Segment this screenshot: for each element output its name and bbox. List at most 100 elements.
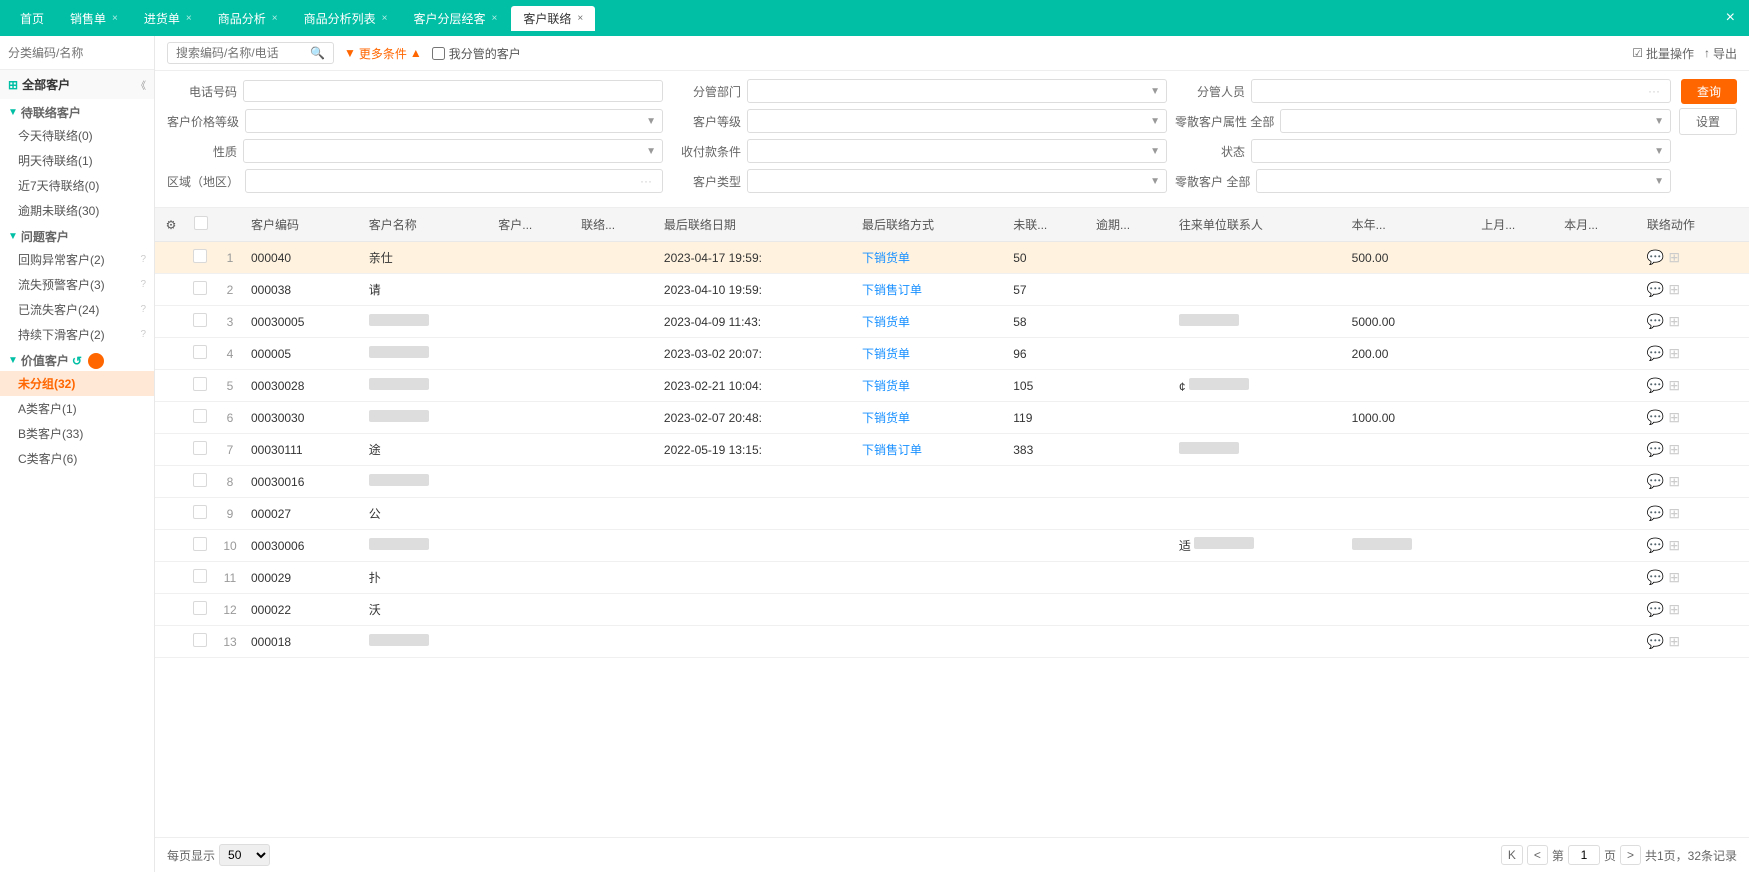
row-last-method[interactable] [856,626,1007,658]
row-last-method-link[interactable]: 下销售订单 [862,443,922,457]
tab-product-analysis-list[interactable]: 商品分析列表 × [292,6,400,31]
row-checkbox[interactable] [193,473,207,487]
filter-phone-input[interactable] [243,80,663,102]
row-last-method[interactable]: 下销售订单 [856,274,1007,306]
row-last-method-link[interactable]: 下销货单 [862,251,910,265]
first-page-btn[interactable]: K [1501,845,1523,865]
row-checkbox[interactable] [193,537,207,551]
row-last-method-link[interactable]: 下销售订单 [862,283,922,297]
row-last-method-link[interactable]: 下销货单 [862,347,910,361]
chat-icon[interactable]: 💬 [1647,409,1664,426]
sidebar-item-c-class[interactable]: C类客户(6) [0,446,154,471]
sidebar-item-a-class[interactable]: A类客户(1) [0,396,154,421]
row-last-method-link[interactable]: 下销货单 [862,315,910,329]
tab-purchase[interactable]: 进货单 × [132,6,204,31]
apps-icon[interactable]: ⊞ [1668,601,1680,618]
sidebar-item-ungroup[interactable]: 未分组(32) [0,371,154,396]
row-checkbox[interactable] [193,441,207,455]
row-last-method[interactable] [856,466,1007,498]
apps-icon[interactable]: ⊞ [1668,377,1680,394]
row-last-method[interactable]: 下销货单 [856,402,1007,434]
filter-manager-select[interactable]: ··· [1251,79,1671,103]
row-checkbox[interactable] [193,505,207,519]
tab-sales[interactable]: 销售单 × [58,6,130,31]
filter-payment-select[interactable]: ▼ [747,139,1167,163]
filter-customer-level-select[interactable]: ▼ [747,109,1167,133]
chat-icon[interactable]: 💬 [1647,633,1664,650]
value-group-label[interactable]: ▼ 价值客户 ↺ [0,347,154,371]
all-customers-header[interactable]: ⊞ 全部客户 《 [0,70,154,99]
sidebar-item-overdue[interactable]: 逾期未联络(30) [0,198,154,223]
dots-icon[interactable]: ··· [1644,84,1664,98]
filter-dept-select[interactable]: ▼ [747,79,1167,103]
chat-icon[interactable]: 💬 [1647,281,1664,298]
sidebar-item-b-class[interactable]: B类客户(33) [0,421,154,446]
row-last-method-link[interactable]: 下销货单 [862,411,910,425]
tab-customer-segment-close[interactable]: × [491,13,497,24]
reset-button[interactable]: 设置 [1679,108,1737,135]
filter-retail-select[interactable]: ▼ [1256,169,1671,193]
tab-product-analysis[interactable]: 商品分析 × [206,6,290,31]
sidebar-item-churn-risk[interactable]: 流失预警客户(3) ? [0,272,154,297]
sync-icon[interactable]: ↺ [72,354,82,368]
header-checkbox[interactable] [194,216,208,230]
row-last-method[interactable] [856,562,1007,594]
row-last-method[interactable] [856,498,1007,530]
page-number-input[interactable] [1568,845,1600,865]
apps-icon[interactable]: ⊞ [1668,409,1680,426]
filter-price-level-select[interactable]: ▼ [245,109,663,133]
apps-icon[interactable]: ⊞ [1668,633,1680,650]
row-checkbox[interactable] [193,377,207,391]
tab-customer-contact-close[interactable]: × [577,13,583,24]
row-checkbox[interactable] [193,345,207,359]
sidebar-item-abnormal[interactable]: 回购异常客户(2) ? [0,247,154,272]
tab-product-analysis-close[interactable]: × [272,13,278,24]
tab-customer-segment[interactable]: 客户分层经客 × [401,6,509,31]
problem-group-label[interactable]: ▼ 问题客户 [0,223,154,247]
filter-customer-type-select[interactable]: ▼ [747,169,1167,193]
apps-icon[interactable]: ⊞ [1668,569,1680,586]
row-last-method[interactable]: 下销货单 [856,338,1007,370]
export-btn[interactable]: ↑ 导出 [1704,45,1737,62]
main-search-input[interactable] [176,46,306,60]
filter-nature-select[interactable]: ▼ [243,139,663,163]
sidebar-item-week[interactable]: 近7天待联络(0) [0,173,154,198]
row-checkbox[interactable] [193,601,207,615]
my-customers-checkbox[interactable] [432,47,445,60]
filter-region-select[interactable]: ··· [245,169,663,193]
chat-icon[interactable]: 💬 [1647,569,1664,586]
window-close-btn[interactable]: × [1720,9,1741,27]
row-checkbox[interactable] [193,633,207,647]
chat-icon[interactable]: 💬 [1647,601,1664,618]
row-last-method[interactable]: 下销货单 [856,242,1007,274]
filter-status-select[interactable]: ▼ [1251,139,1671,163]
tab-product-analysis-list-close[interactable]: × [382,13,388,24]
tab-customer-contact[interactable]: 客户联络 × [511,6,595,31]
apps-icon[interactable]: ⊞ [1668,345,1680,362]
tab-purchase-close[interactable]: × [186,13,192,24]
chat-icon[interactable]: 💬 [1647,345,1664,362]
row-last-method-link[interactable]: 下销货单 [862,379,910,393]
chat-icon[interactable]: 💬 [1647,473,1664,490]
chat-icon[interactable]: 💬 [1647,377,1664,394]
apps-icon[interactable]: ⊞ [1668,249,1680,266]
sidebar-item-lost[interactable]: 已流失客户(24) ? [0,297,154,322]
apps-icon[interactable]: ⊞ [1668,441,1680,458]
apps-icon[interactable]: ⊞ [1668,281,1680,298]
chat-icon[interactable]: 💬 [1647,249,1664,266]
row-last-method[interactable]: 下销货单 [856,306,1007,338]
more-conditions-btn[interactable]: ▼ 更多条件 ▲ [344,45,422,62]
row-last-method[interactable] [856,594,1007,626]
chat-icon[interactable]: 💬 [1647,313,1664,330]
apps-icon[interactable]: ⊞ [1668,313,1680,330]
filter-retail-attr-select[interactable]: ▼ [1280,109,1671,133]
row-last-method[interactable] [856,530,1007,562]
col-header-settings[interactable]: ⚙ [155,208,187,242]
batch-op-btn[interactable]: ☑ 批量操作 [1632,45,1694,62]
col-header-check[interactable] [187,208,215,242]
prev-page-btn[interactable]: < [1527,845,1548,865]
dots-icon-2[interactable]: ··· [636,174,656,188]
sidebar-item-today[interactable]: 今天待联络(0) [0,123,154,148]
pending-group-label[interactable]: ▼ 待联络客户 [0,99,154,123]
page-size-select[interactable]: 50 10 20 100 [219,844,270,866]
